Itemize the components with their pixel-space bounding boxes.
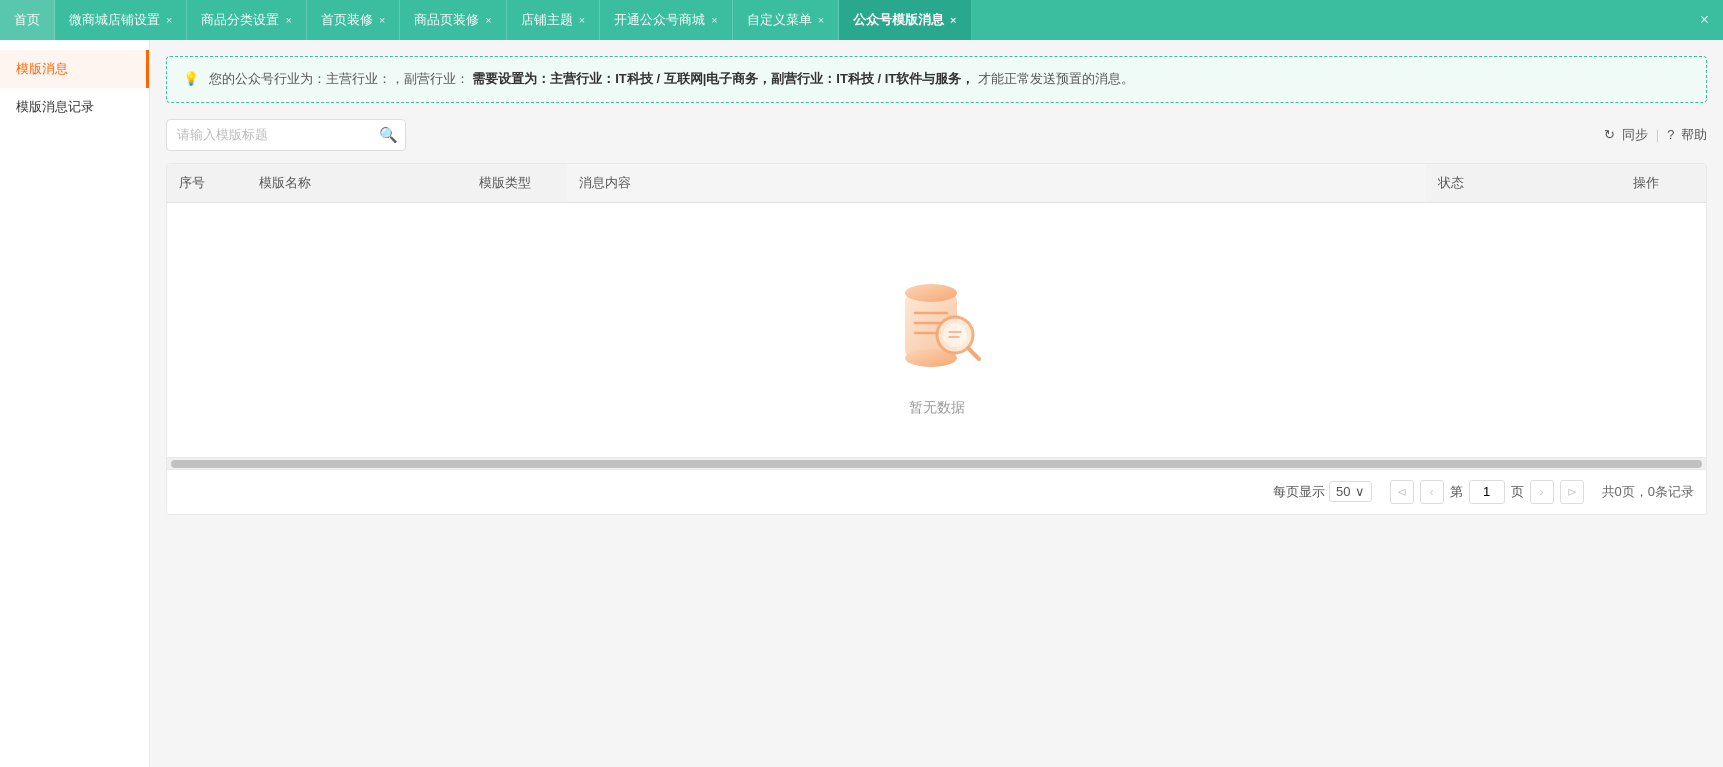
first-page-button[interactable]: ⊲ <box>1390 480 1414 504</box>
toolbar-divider: | <box>1656 127 1659 142</box>
col-action: 操作 <box>1586 164 1706 202</box>
col-status: 状态 <box>1426 164 1586 202</box>
help-label: 帮助 <box>1681 127 1707 142</box>
empty-text: 暂无数据 <box>909 399 965 417</box>
data-table: 序号 模版名称 模版类型 消息内容 状态 操作 <box>166 163 1707 515</box>
nav-tab-custom-menu[interactable]: 自定义菜单 × <box>733 0 839 40</box>
notice-prefix: 您的公众号行业为：主营行业：，副营行业： <box>209 71 469 86</box>
search-input-wrap: 🔍 <box>166 119 406 151</box>
last-page-button[interactable]: ⊳ <box>1560 480 1584 504</box>
sync-label: 同步 <box>1622 127 1648 142</box>
notice-banner: 💡 您的公众号行业为：主营行业：，副营行业： 需要设置为：主营行业：IT科技 /… <box>166 56 1707 103</box>
nav-tab-product-category[interactable]: 商品分类设置 × <box>187 0 306 40</box>
page-size-dropdown[interactable]: 50 ∨ <box>1329 481 1371 502</box>
col-name: 模版名称 <box>247 164 467 202</box>
nav-tab-label-custom-menu: 自定义菜单 <box>747 11 812 29</box>
empty-state: 暂无数据 <box>167 203 1706 457</box>
nav-tab-close-template-msg[interactable]: × <box>950 14 956 26</box>
help-button[interactable]: ? 帮助 <box>1667 126 1707 144</box>
nav-tab-open-shop[interactable]: 开通公众号商城 × <box>600 0 732 40</box>
nav-tab-close-open-shop[interactable]: × <box>711 14 717 26</box>
scrollbar-thumb[interactable] <box>171 460 1702 468</box>
sync-button[interactable]: ↻ 同步 <box>1604 126 1648 144</box>
notice-suffix: 才能正常发送预置的消息。 <box>978 71 1134 86</box>
horizontal-scrollbar[interactable] <box>167 457 1706 469</box>
close-all-button[interactable]: × <box>1686 11 1723 29</box>
toolbar-right: ↻ 同步 | ? 帮助 <box>1604 126 1707 144</box>
nav-tab-template-msg[interactable]: 公众号模版消息 × <box>839 0 971 40</box>
svg-line-9 <box>968 348 979 359</box>
nav-tab-label-open-shop: 开通公众号商城 <box>614 11 705 29</box>
nav-tab-label-wechat-shop: 微商城店铺设置 <box>69 11 160 29</box>
page-total: 共0页，0条记录 <box>1602 483 1694 501</box>
help-icon: ? <box>1667 127 1674 142</box>
sidebar-item-template-msg[interactable]: 模版消息 <box>0 50 149 88</box>
search-bar: 🔍 ↻ 同步 | ? 帮助 <box>166 119 1707 151</box>
col-content: 消息内容 <box>567 164 1426 202</box>
nav-tab-label-template-msg: 公众号模版消息 <box>853 11 944 29</box>
nav-tab-close-shop-theme[interactable]: × <box>579 14 585 26</box>
prev-page-button[interactable]: ‹ <box>1420 480 1444 504</box>
nav-tab-wechat-shop[interactable]: 微商城店铺设置 × <box>55 0 187 40</box>
page-size-label: 每页显示 <box>1273 483 1325 501</box>
page-unit: 页 <box>1511 483 1524 501</box>
sync-icon: ↻ <box>1604 127 1615 142</box>
nav-tab-close-custom-menu[interactable]: × <box>818 14 824 26</box>
nav-tab-product-page[interactable]: 商品页装修 × <box>400 0 506 40</box>
nav-tab-label-shop-theme: 店铺主题 <box>521 11 573 29</box>
svg-point-2 <box>905 284 957 302</box>
nav-tab-close-homepage-decor[interactable]: × <box>379 14 385 26</box>
col-type: 模版类型 <box>467 164 567 202</box>
top-nav: 首页微商城店铺设置×商品分类设置×首页装修×商品页装修×店铺主题×开通公众号商城… <box>0 0 1723 40</box>
page-size-select: 每页显示 50 ∨ <box>1273 481 1371 502</box>
nav-tab-label-homepage-decor: 首页装修 <box>321 11 373 29</box>
page-size-chevron-icon: ∨ <box>1355 484 1365 499</box>
page-size-value: 50 <box>1336 484 1350 499</box>
nav-tab-close-product-category[interactable]: × <box>285 14 291 26</box>
nav-tab-label-product-category: 商品分类设置 <box>201 11 279 29</box>
nav-tab-label-product-page: 商品页装修 <box>414 11 479 29</box>
empty-illustration <box>877 263 997 383</box>
next-page-button[interactable]: › <box>1530 480 1554 504</box>
nav-tab-homepage-decor[interactable]: 首页装修 × <box>307 0 400 40</box>
sidebar: 模版消息模版消息记录 <box>0 40 150 767</box>
nav-tab-close-wechat-shop[interactable]: × <box>166 14 172 26</box>
nav-tab-home[interactable]: 首页 <box>0 0 55 40</box>
nav-tab-label-home: 首页 <box>14 11 40 29</box>
main-layout: 模版消息模版消息记录 💡 您的公众号行业为：主营行业：，副营行业： 需要设置为：… <box>0 40 1723 767</box>
pagination: 每页显示 50 ∨ ⊲ ‹ 第 页 › ⊳ 共0页，0条记录 <box>167 469 1706 514</box>
search-button[interactable]: 🔍 <box>379 126 398 144</box>
search-input[interactable] <box>166 119 406 151</box>
page-label: 第 <box>1450 483 1463 501</box>
notice-icon: 💡 <box>183 71 199 86</box>
col-seq: 序号 <box>167 164 247 202</box>
notice-highlight: 需要设置为：主营行业：IT科技 / 互联网|电子商务，副营行业：IT科技 / I… <box>472 71 974 86</box>
svg-point-8 <box>943 323 967 347</box>
sidebar-item-template-record[interactable]: 模版消息记录 <box>0 88 149 126</box>
nav-tab-shop-theme[interactable]: 店铺主题 × <box>507 0 600 40</box>
nav-tab-close-product-page[interactable]: × <box>485 14 491 26</box>
main-content: 💡 您的公众号行业为：主营行业：，副营行业： 需要设置为：主营行业：IT科技 /… <box>150 40 1723 767</box>
table-header: 序号 模版名称 模版类型 消息内容 状态 操作 <box>167 164 1706 203</box>
page-number-input[interactable] <box>1469 480 1505 504</box>
